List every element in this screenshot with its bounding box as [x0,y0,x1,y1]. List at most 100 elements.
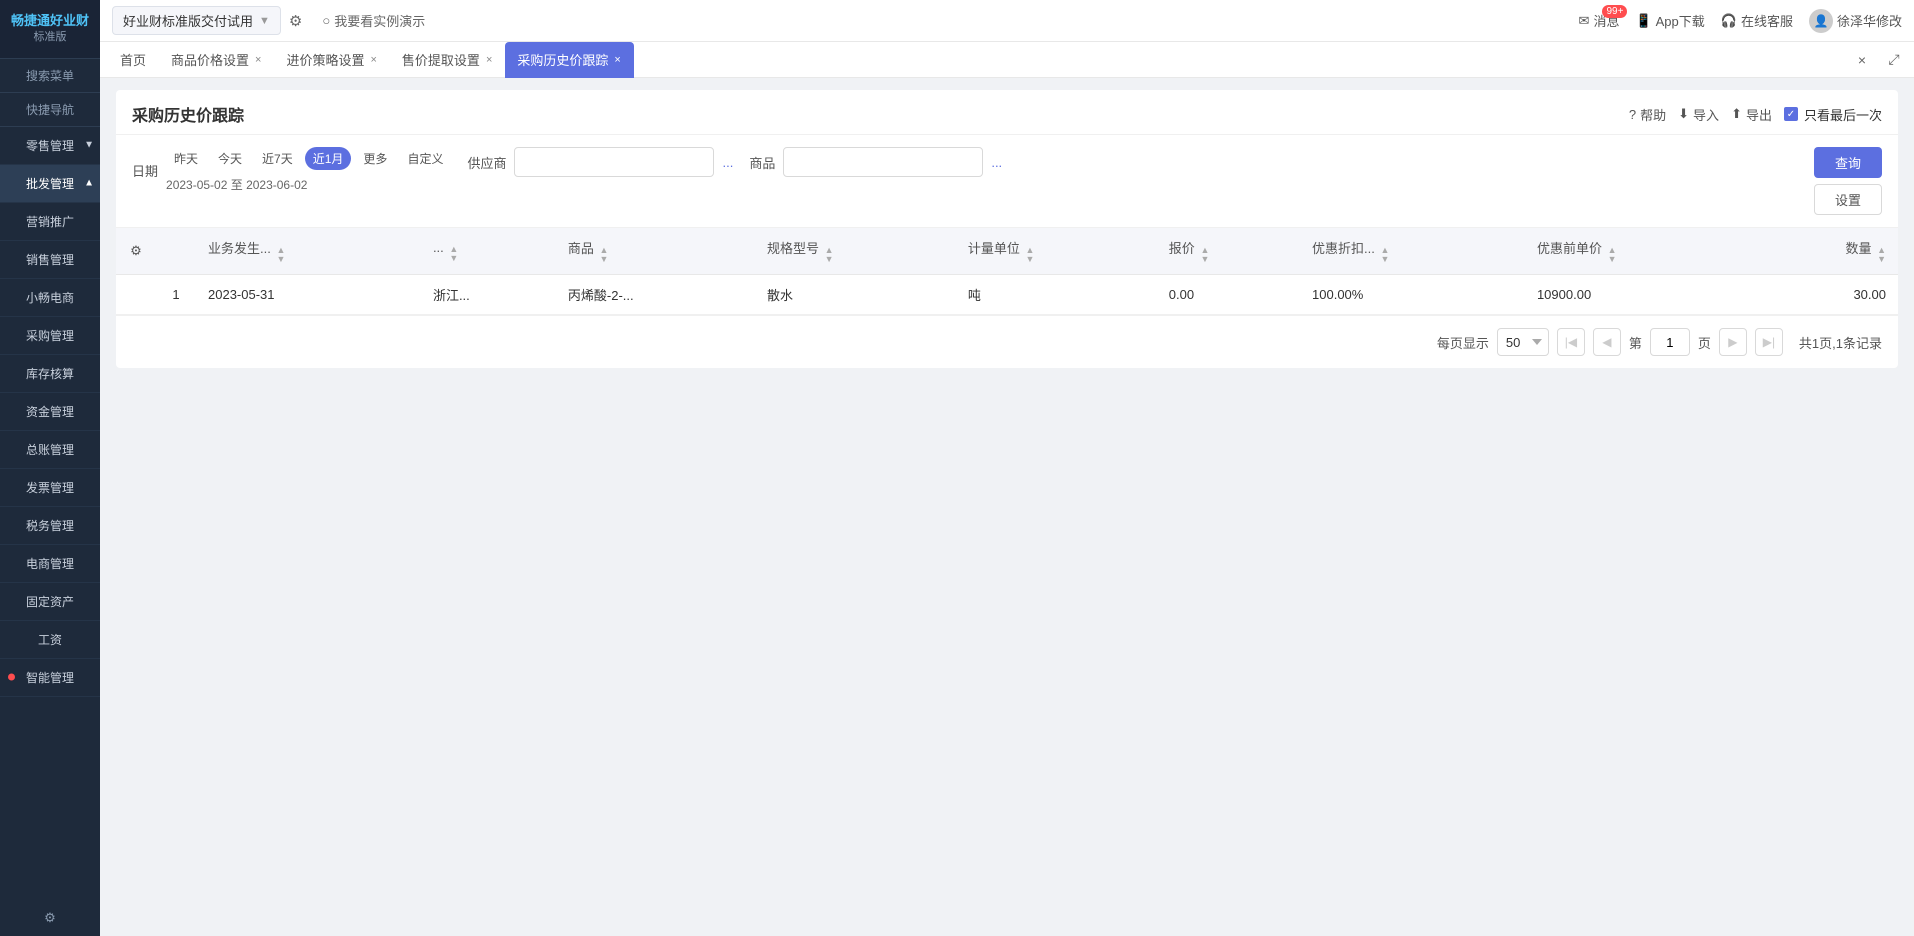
tab-close-icon[interactable]: × [614,54,620,66]
sidebar-settings[interactable]: ⚙ [0,900,100,936]
page-suffix: 页 [1698,333,1711,352]
data-table: ⚙ 业务发生... ▲▼ ... ▲▼ [116,228,1898,315]
tab-close-icon[interactable]: × [255,54,261,66]
sidebar-item-salary[interactable]: 工资 [0,621,100,659]
next-page-button[interactable]: ▶ [1719,328,1747,356]
sidebar-item-fixed-assets[interactable]: 固定资产 [0,583,100,621]
sort-icon: ▲▼ [1380,246,1389,264]
data-table-wrapper: ⚙ 业务发生... ▲▼ ... ▲▼ [116,228,1898,315]
help-button[interactable]: ? 帮助 [1629,105,1666,124]
sidebar-item-ecommerce-small[interactable]: 小畅电商 [0,279,100,317]
sidebar-item-wholesale[interactable]: 批发管理 ▲ [0,165,100,203]
sidebar-item-ecommerce[interactable]: 电商管理 [0,545,100,583]
message-button[interactable]: ✉ 消息 99+ [1579,11,1620,30]
settings-button[interactable]: 设置 [1814,184,1882,215]
app-download-button[interactable]: 📱 App下载 [1635,11,1704,30]
last-page-button[interactable]: ▶| [1755,328,1783,356]
date-btn-yesterday[interactable]: 昨天 [166,147,206,170]
sidebar-item-general[interactable]: 总账管理 [0,431,100,469]
tab-goods-price[interactable]: 商品价格设置 × [159,42,274,78]
page-title-bar: 采购历史价跟踪 ? 帮助 ⬇ 导入 ⬆ 导出 ✓ [116,90,1898,135]
col-date[interactable]: 业务发生... ▲▼ [196,228,421,275]
demo-link-icon: ○ [322,13,330,28]
row-quantity-cell: 30.00 [1755,275,1898,315]
date-filter-label: 日期 [132,161,158,180]
settings-icon[interactable]: ⚙ [289,12,302,30]
main-area: 好业财标准版交付试用 ▼ ⚙ ○ 我要看实例演示 ✉ 消息 99+ 📱 App下… [100,0,1914,936]
table-row: 1 2023-05-31 浙江... 丙烯酸-2-... 散水 吨 0.00 1… [116,275,1898,315]
tab-purchase-strategy[interactable]: 进价策略设置 × [274,42,389,78]
col-dots[interactable]: ... ▲▼ [421,228,556,275]
sort-icon: ▲▼ [600,246,609,264]
app-title: 畅捷通好业财 [8,12,92,30]
sidebar-item-smart[interactable]: 智能管理 [0,659,100,697]
tab-close-icon[interactable]: × [486,54,492,66]
date-range-display: 2023-05-02 至 2023-06-02 [166,176,451,193]
col-num [156,228,196,275]
page-actions: ? 帮助 ⬇ 导入 ⬆ 导出 ✓ 只看最后一次 [1629,105,1882,124]
phone-icon: 📱 [1635,13,1651,29]
tab-sale-price[interactable]: 售价提取设置 × [390,42,505,78]
export-button[interactable]: ⬆ 导出 [1731,105,1772,124]
tab-close-icon[interactable]: × [370,54,376,66]
import-icon: ⬇ [1678,106,1689,122]
tab-purchase-history[interactable]: 采购历史价跟踪 × [505,42,633,78]
row-supplier-cell: 浙江... [421,275,556,315]
top-header: 好业财标准版交付试用 ▼ ⚙ ○ 我要看实例演示 ✉ 消息 99+ 📱 App下… [100,0,1914,42]
col-original-price[interactable]: 优惠前单价 ▲▼ [1525,228,1755,275]
first-page-button[interactable]: |◀ [1557,328,1585,356]
sidebar-item-tax[interactable]: 税务管理 [0,507,100,545]
import-button[interactable]: ⬇ 导入 [1678,105,1719,124]
header-right: ✉ 消息 99+ 📱 App下载 🎧 在线客服 👤 徐泽华修改 [1579,9,1902,33]
sort-icon: ▲▼ [825,246,834,264]
only-latest-toggle[interactable]: ✓ 只看最后一次 [1784,105,1882,124]
tab-home[interactable]: 首页 [108,42,159,78]
date-btn-last7[interactable]: 近7天 [254,147,301,170]
col-discount[interactable]: 优惠折扣... ▲▼ [1300,228,1525,275]
pagination-bar: 每页显示 50 20 100 |◀ ◀ 第 页 ▶ ▶| 共1页,1条记录 [116,315,1898,368]
supplier-more-icon[interactable]: ... [722,155,733,170]
headset-icon: 🎧 [1721,13,1737,29]
search-menu[interactable]: 搜索菜单 [0,59,100,93]
sidebar-item-sales[interactable]: 销售管理 [0,241,100,279]
supplier-filter-group: 供应商 ... [467,147,733,177]
col-quantity[interactable]: 数量 ▲▼ [1755,228,1898,275]
page-label: 第 [1629,333,1642,352]
date-filter-buttons: 昨天 今天 近7天 近1月 更多 自定义 [166,147,451,170]
date-btn-last1month[interactable]: 近1月 [305,147,352,170]
message-icon: ✉ [1579,13,1590,29]
goods-more-icon[interactable]: ... [991,155,1002,170]
sidebar-item-marketing[interactable]: 营销推广 [0,203,100,241]
sidebar-item-retail[interactable]: 零售管理 ▼ [0,127,100,165]
date-btn-more[interactable]: 更多 [355,147,395,170]
row-original-price-cell: 10900.00 [1525,275,1755,315]
page-number-input[interactable] [1650,328,1690,356]
table-settings-icon[interactable]: ⚙ [130,243,142,258]
col-settings[interactable]: ⚙ [116,228,156,275]
user-profile-button[interactable]: 👤 徐泽华修改 [1809,9,1902,33]
sidebar-item-inventory[interactable]: 库存核算 [0,355,100,393]
prev-page-button[interactable]: ◀ [1593,328,1621,356]
window-close-button[interactable]: × [1850,48,1874,72]
sidebar-item-invoice[interactable]: 发票管理 [0,469,100,507]
col-price[interactable]: 报价 ▲▼ [1157,228,1300,275]
goods-filter-label: 商品 [749,153,775,172]
quick-nav[interactable]: 快捷导航 [0,93,100,127]
sidebar-item-purchase[interactable]: 采购管理 [0,317,100,355]
app-selector-label: 好业财标准版交付试用 [123,11,253,30]
col-unit[interactable]: 计量单位 ▲▼ [956,228,1157,275]
date-btn-today[interactable]: 今天 [210,147,250,170]
sort-icon: ▲▼ [1026,246,1035,264]
date-btn-custom[interactable]: 自定义 [399,147,451,170]
sidebar-item-finance[interactable]: 资金管理 [0,393,100,431]
col-spec[interactable]: 规格型号 ▲▼ [755,228,956,275]
col-goods[interactable]: 商品 ▲▼ [556,228,755,275]
online-service-button[interactable]: 🎧 在线客服 [1721,11,1793,30]
goods-input[interactable] [783,147,983,177]
app-selector[interactable]: 好业财标准版交付试用 ▼ [112,6,281,35]
per-page-select[interactable]: 50 20 100 [1497,328,1549,356]
window-maximize-button[interactable]: ⤢ [1882,48,1906,72]
supplier-input[interactable] [514,147,714,177]
demo-link[interactable]: ○ 我要看实例演示 [322,11,425,30]
query-button[interactable]: 查询 [1814,147,1882,178]
